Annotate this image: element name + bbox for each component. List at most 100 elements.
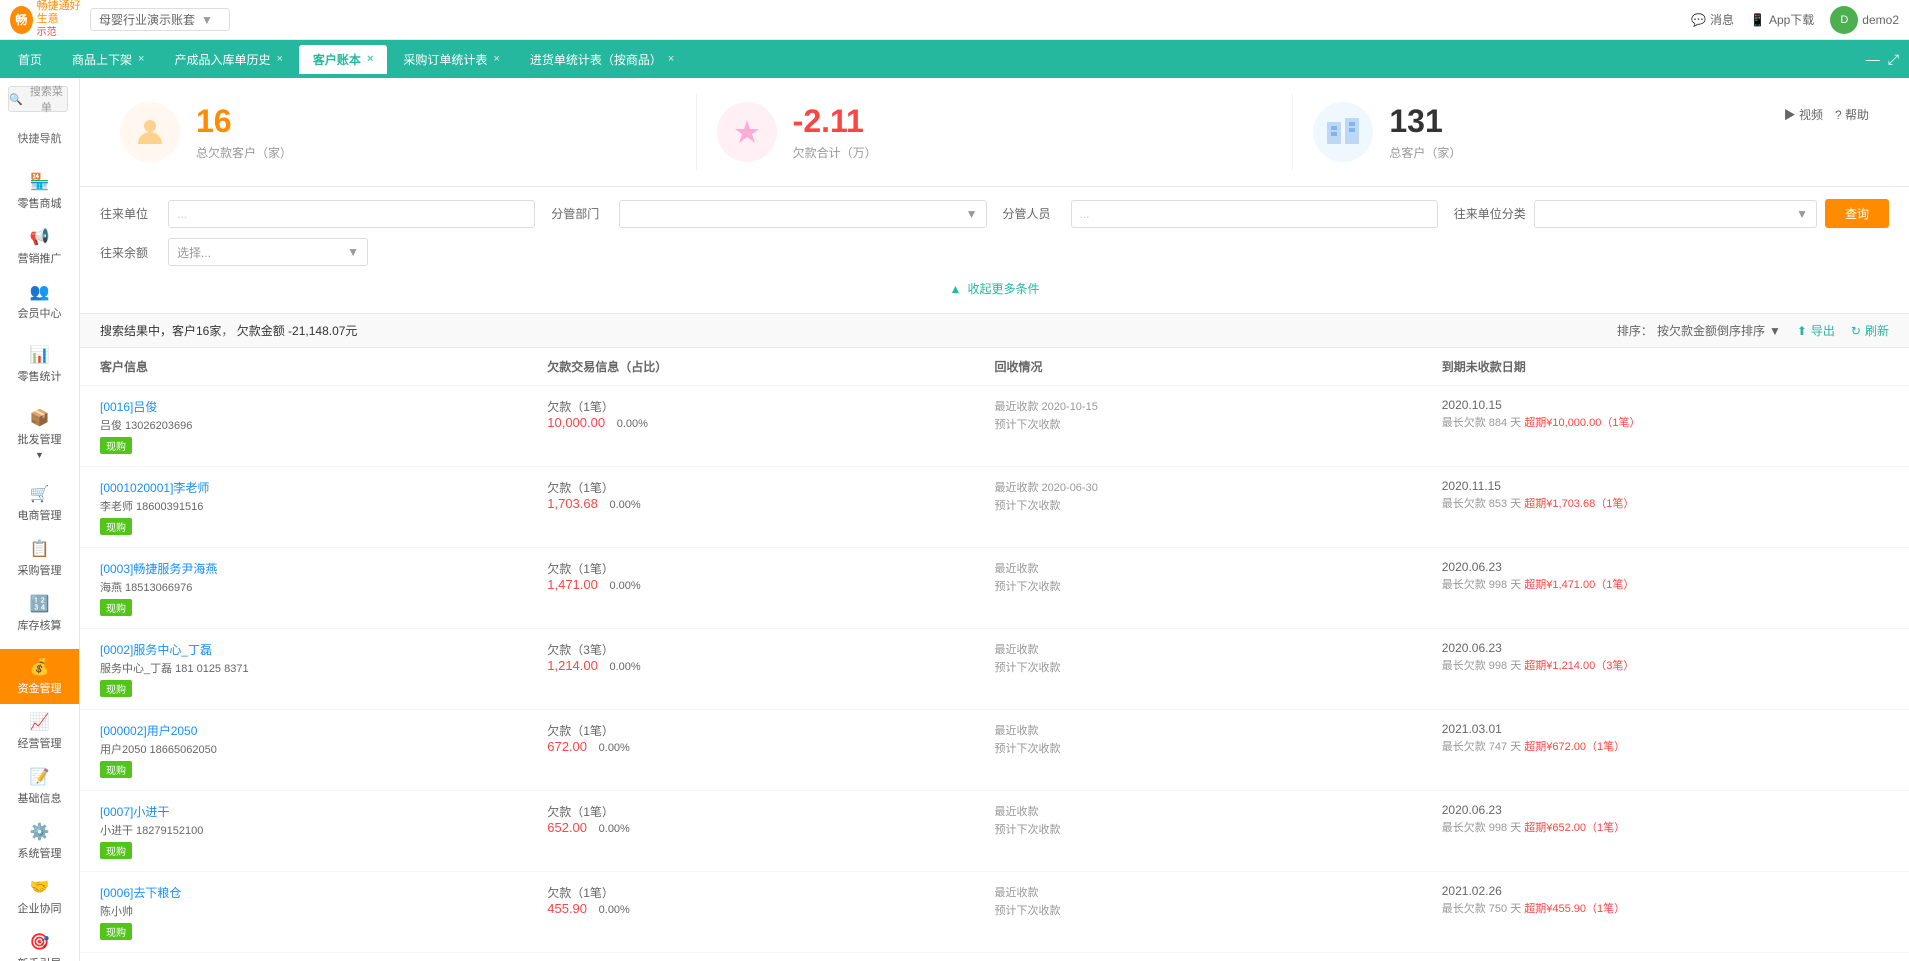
sidebar-item-collab[interactable]: 🤝 企业协同 xyxy=(0,869,79,924)
filter-source-unit: 往来单位 ... xyxy=(100,200,535,228)
tab-customer-account[interactable]: 客户账本 × xyxy=(299,45,387,74)
sidebar-item-guide[interactable]: 🎯 新手引导 xyxy=(0,924,79,961)
tab-customer-account-label: 客户账本 xyxy=(313,51,361,68)
export-btn[interactable]: ⬆ 导出 xyxy=(1797,322,1835,339)
stat-label-debt: 欠款合计（万） xyxy=(793,144,1273,161)
tab-home[interactable]: 首页 xyxy=(4,45,56,74)
customer-name-5[interactable]: [000002]用户2050 xyxy=(100,722,547,739)
unit-category-arrow-icon: ▼ xyxy=(1796,207,1808,221)
debt-info-1: 欠款（1笔） 10,000.00 0.00% xyxy=(547,398,994,430)
sidebar-item-marketing-label: 营销推广 xyxy=(18,250,62,266)
overdue-3[interactable]: 超期¥1,471.00（1笔） xyxy=(1524,579,1634,591)
staff-dots: ... xyxy=(1080,207,1090,221)
refresh-btn[interactable]: ↻ 刷新 xyxy=(1851,322,1889,339)
tab-import-stats[interactable]: 进货单统计表（按商品） × xyxy=(516,45,688,74)
repay-info-1: 最近收款 2020-10-15 预计下次收款 xyxy=(995,398,1442,432)
customer-name-2[interactable]: [0001020001]李老师 xyxy=(100,479,547,496)
tab-maximize-btn[interactable]: ⤢ xyxy=(1888,51,1899,68)
sidebar-item-retail-mall[interactable]: 🏪 零售商城 xyxy=(0,164,79,219)
due-info-7: 2021.02.26 最长欠款 750 天 超期¥455.90（1笔） xyxy=(1442,884,1889,916)
tab-purchase-order[interactable]: 采购订单统计表 × xyxy=(389,45,513,74)
filter-collapse-btn[interactable]: ▲ 收起更多条件 xyxy=(100,276,1889,301)
col-header-due: 到期未收款日期 xyxy=(1442,358,1889,375)
debt-amount-2[interactable]: 1,703.68 xyxy=(547,496,598,511)
customer-name-4[interactable]: [0002]服务中心_丁磊 xyxy=(100,641,547,658)
top-bar: 畅 畅捷通好生意示范 母婴行业演示账套 ▼ 💬 消息 📱 App下载 D dem… xyxy=(0,0,1909,40)
debt-count-6: 欠款（1笔） xyxy=(547,805,614,819)
debt-amount-3[interactable]: 1,471.00 xyxy=(547,577,598,592)
customer-tag-1: 现购 xyxy=(100,437,132,454)
marketing-icon: 📢 xyxy=(30,227,50,247)
customer-tag-4: 现购 xyxy=(100,680,132,697)
balance-select[interactable]: 选择... ▼ xyxy=(168,238,368,266)
sidebar-item-basic-info[interactable]: 📝 基础信息 xyxy=(0,759,79,814)
video-action[interactable]: ▶ 视频 xyxy=(1784,106,1823,123)
overdue-4[interactable]: 超期¥1,214.00（3笔） xyxy=(1524,660,1634,672)
due-date-3: 2020.06.23 xyxy=(1442,560,1889,574)
sidebar-item-operations[interactable]: 📈 经营管理 xyxy=(0,704,79,759)
tab-production-history[interactable]: 产成品入库单历史 × xyxy=(160,45,296,74)
industry-selector[interactable]: 母婴行业演示账套 ▼ xyxy=(90,8,230,31)
sidebar-item-purchase[interactable]: 📋 采购管理 xyxy=(0,531,79,586)
overdue-1[interactable]: 超期¥10,000.00（1笔） xyxy=(1524,417,1640,429)
sidebar-item-retail-stats[interactable]: 📊 零售统计 xyxy=(0,337,79,392)
tab-import-stats-close[interactable]: × xyxy=(668,53,674,65)
tab-product-shelf[interactable]: 商品上下架 × xyxy=(58,45,158,74)
debt-amount-row-5: 672.00 0.00% xyxy=(547,739,994,754)
tab-production-history-close[interactable]: × xyxy=(276,53,282,65)
sidebar-item-inventory[interactable]: 🔢 库存核算 xyxy=(0,586,79,641)
debt-amount-4[interactable]: 1,214.00 xyxy=(547,658,598,673)
search-btn[interactable]: 🔍 搜索菜单 xyxy=(8,86,68,112)
sort-arrow-icon: ▼ xyxy=(1769,324,1781,338)
sidebar-item-operations-label: 经营管理 xyxy=(18,735,62,751)
sidebar-quick-nav[interactable]: 快捷导航 xyxy=(0,120,79,156)
unit-category-select[interactable]: ▼ xyxy=(1534,200,1817,228)
customer-name-6[interactable]: [0007]小进干 xyxy=(100,803,547,820)
debt-percent-4: 0.00% xyxy=(609,661,640,673)
app-download-btn[interactable]: 📱 App下载 xyxy=(1750,11,1814,28)
staff-label: 分管人员 xyxy=(1003,205,1063,222)
tab-purchase-order-close[interactable]: × xyxy=(493,53,499,65)
help-action[interactable]: ? 帮助 xyxy=(1835,106,1869,123)
overdue-5[interactable]: 超期¥672.00（1笔） xyxy=(1524,741,1625,753)
sidebar-item-marketing[interactable]: 📢 营销推广 xyxy=(0,219,79,274)
debt-amount-row-3: 1,471.00 0.00% xyxy=(547,577,994,592)
message-btn[interactable]: 💬 消息 xyxy=(1691,11,1734,28)
debt-amount-6[interactable]: 652.00 xyxy=(547,820,587,835)
overdue-2[interactable]: 超期¥1,703.68（1笔） xyxy=(1524,498,1634,510)
debt-amount-1[interactable]: 10,000.00 xyxy=(547,415,605,430)
customer-name-7[interactable]: [0006]去下粮仓 xyxy=(100,884,547,901)
overdue-7[interactable]: 超期¥455.90（1笔） xyxy=(1524,903,1625,915)
search-icon: 🔍 xyxy=(9,93,23,106)
col-header-repay: 回收情况 xyxy=(995,358,1442,375)
user-profile[interactable]: D demo2 xyxy=(1830,6,1899,34)
sidebar-item-member-center[interactable]: 👥 会员中心 xyxy=(0,274,79,329)
tab-minimize-btn[interactable]: — xyxy=(1866,51,1880,68)
repay-info-4: 最近收款 预计下次收款 xyxy=(995,641,1442,675)
debt-percent-6: 0.00% xyxy=(599,823,630,835)
customer-tag-5: 现购 xyxy=(100,761,132,778)
debt-amount-5[interactable]: 672.00 xyxy=(547,739,587,754)
dept-select[interactable]: ▼ xyxy=(619,200,986,228)
sort-selector[interactable]: 排序： 按欠款金额倒序排序 ▼ xyxy=(1617,322,1781,339)
customer-name-3[interactable]: [0003]畅捷服务尹海燕 xyxy=(100,560,547,577)
tab-customer-account-close[interactable]: × xyxy=(367,53,373,65)
source-unit-label: 往来单位 xyxy=(100,205,160,222)
debt-info-7: 欠款（1笔） 455.90 0.00% xyxy=(547,884,994,916)
table-container: 客户信息 欠款交易信息（占比） 回收情况 到期未收款日期 [0016]吕俊 吕俊… xyxy=(80,348,1909,961)
sidebar-item-system[interactable]: ⚙️ 系统管理 xyxy=(0,814,79,869)
debt-amount-7[interactable]: 455.90 xyxy=(547,901,587,916)
due-info-4: 2020.06.23 最长欠款 998 天 超期¥1,214.00（3笔） xyxy=(1442,641,1889,673)
query-button[interactable]: 查询 xyxy=(1825,199,1889,228)
staff-input[interactable]: ... xyxy=(1071,200,1438,228)
sidebar-item-basic-info-label: 基础信息 xyxy=(18,790,62,806)
sidebar-item-ecommerce[interactable]: 🛒 电商管理 xyxy=(0,476,79,531)
sidebar-item-finance[interactable]: 💰 资金管理 xyxy=(0,649,79,704)
overdue-6[interactable]: 超期¥652.00（1笔） xyxy=(1524,822,1625,834)
result-summary: 搜索结果中，客户16家 xyxy=(100,324,221,338)
source-unit-input[interactable]: ... xyxy=(168,200,535,228)
tab-product-shelf-close[interactable]: × xyxy=(138,53,144,65)
customer-name-1[interactable]: [0016]吕俊 xyxy=(100,398,547,415)
stat-info-total: 131 总客户（家） xyxy=(1389,103,1783,161)
sidebar-item-wholesale[interactable]: 📦 批发管理 ▼ xyxy=(0,400,79,468)
